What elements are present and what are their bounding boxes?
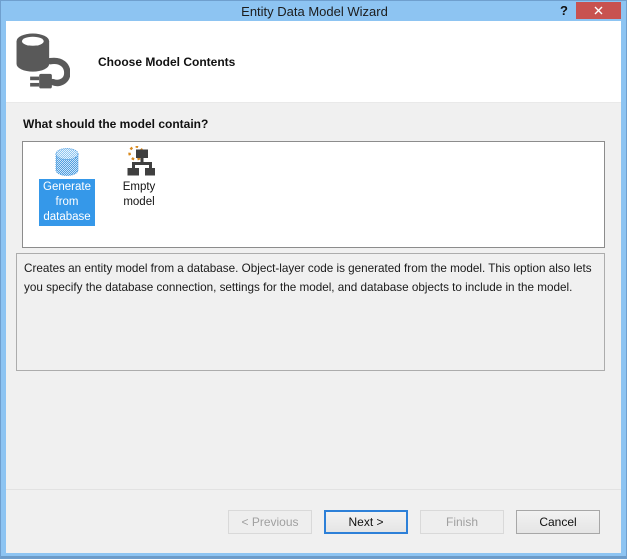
close-button[interactable] [576,2,621,19]
option-empty-model[interactable]: Empty model [100,145,178,211]
dialog-body: Choose Model Contents What should the mo… [6,21,621,553]
empty-model-icon [123,145,157,178]
help-button[interactable]: ? [553,1,575,20]
next-button[interactable]: Next > [324,510,408,534]
database-icon [51,146,83,178]
option-label-generate-from-database[interactable]: Generate from database [39,179,95,226]
previous-button[interactable]: < Previous [228,510,312,534]
footer-divider [6,489,621,490]
database-plug-icon [12,31,71,95]
option-description: Creates an entity model from a database.… [16,253,605,371]
wizard-header: Choose Model Contents [6,21,621,103]
finish-button[interactable]: Finish [420,510,504,534]
model-contents-listbox[interactable]: Generate from database Empty model [22,141,605,248]
entity-data-model-wizard-window: Entity Data Model Wizard ? Choose Model … [0,0,627,559]
wizard-button-row: < Previous Next > Finish Cancel [228,510,600,534]
step-title: Choose Model Contents [98,55,236,69]
close-icon [594,2,603,20]
option-label-empty-model[interactable]: Empty model [111,179,167,211]
cancel-button[interactable]: Cancel [516,510,600,534]
option-generate-from-database[interactable]: Generate from database [38,146,96,226]
titlebar: Entity Data Model Wizard ? [1,1,626,21]
window-title: Entity Data Model Wizard [241,4,388,19]
question-label: What should the model contain? [23,117,209,131]
